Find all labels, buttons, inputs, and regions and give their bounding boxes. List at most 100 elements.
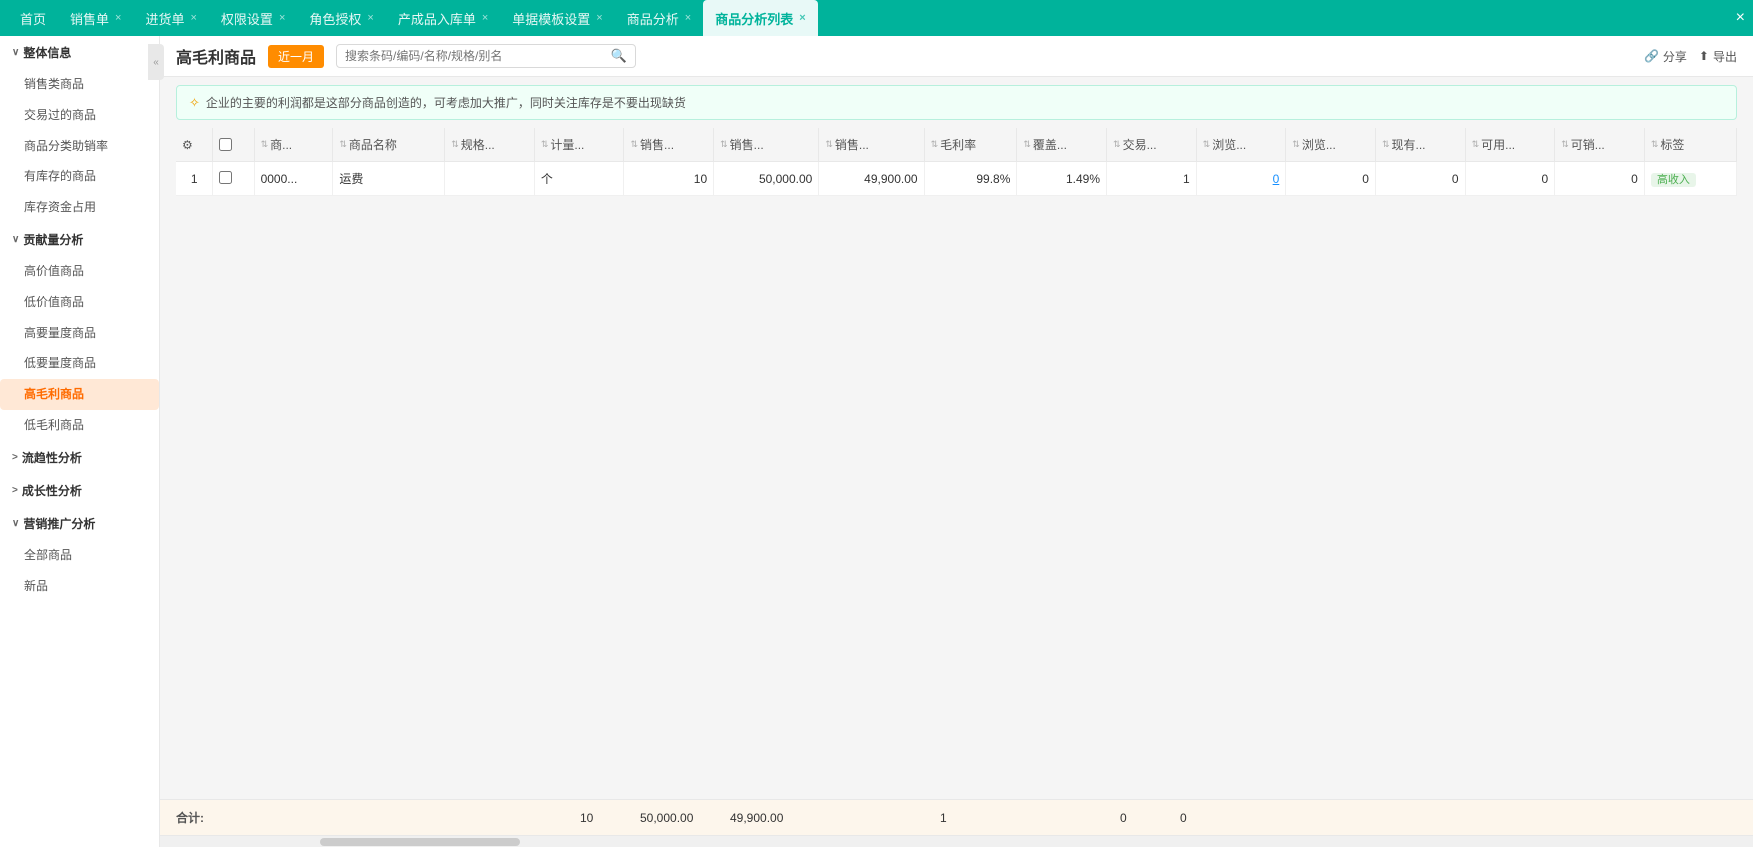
summary-current-stock: 0 (1114, 811, 1174, 825)
sort-icon-spec: ⇅ (451, 139, 459, 150)
nav-tab-purchase[interactable]: 进货单× (133, 0, 208, 36)
sidebar-item-low-margin[interactable]: 低毛利商品 (0, 410, 159, 441)
summary-spec (454, 811, 514, 825)
sidebar-group-overall[interactable]: ∨整体信息 (0, 36, 159, 69)
column-label-sales_amount: 销售... (730, 136, 764, 153)
sidebar-item-sales-goods[interactable]: 销售类商品 (0, 69, 159, 100)
column-label-name: 商品名称 (349, 136, 397, 153)
row-select-checkbox[interactable] (219, 171, 232, 184)
select-all-checkbox[interactable] (219, 138, 232, 151)
column-label-settings: ⚙ (182, 138, 193, 152)
sidebar-group-trend[interactable]: >流趋性分析 (0, 441, 159, 474)
column-header-sales_qty[interactable]: ⇅销售... (624, 128, 714, 162)
scrollbar-thumb[interactable] (320, 838, 520, 846)
sidebar-item-low-value[interactable]: 低价值商品 (0, 287, 159, 318)
window-close-button[interactable]: × (1736, 9, 1745, 27)
time-filter-button[interactable]: 近一月 (268, 45, 324, 68)
footer-summary: 合计: 10 50,000.00 49,900.00 1 0 0 (160, 799, 1753, 835)
nav-tab-analysis[interactable]: 商品分析× (615, 0, 703, 36)
sidebar-group-treasure[interactable]: ∨贡献量分析 (0, 223, 159, 256)
nav-tab-analysis-list[interactable]: 商品分析列表× (703, 0, 817, 36)
column-header-sales_amount[interactable]: ⇅销售... (714, 128, 819, 162)
nav-tab-roles[interactable]: 角色授权× (297, 0, 385, 36)
column-header-available_stock[interactable]: ⇅可用... (1465, 128, 1555, 162)
column-header-coverage[interactable]: ⇅覆盖... (1017, 128, 1107, 162)
summary-tag (1294, 811, 1354, 825)
sidebar-group-growth[interactable]: >成长性分析 (0, 474, 159, 507)
column-label-code: 商... (270, 136, 292, 153)
tab-close-sales[interactable]: × (115, 12, 121, 24)
nav-tab-sales[interactable]: 销售单× (58, 0, 133, 36)
tab-close-permissions[interactable]: × (279, 12, 285, 24)
sidebar-item-inventory-occupy[interactable]: 库存资金占用 (0, 192, 159, 223)
column-header-spec[interactable]: ⇅规格... (445, 128, 535, 162)
tab-close-purchase[interactable]: × (190, 12, 196, 24)
column-header-unit[interactable]: ⇅计量... (534, 128, 624, 162)
sidebar-item-new-goods[interactable]: 新品 (0, 571, 159, 602)
tab-close-analysis-list[interactable]: × (799, 12, 805, 24)
column-label-coverage: 覆盖... (1033, 136, 1067, 153)
sidebar-item-inventory-goods[interactable]: 有库存的商品 (0, 161, 159, 192)
summary-checkbox (250, 811, 274, 825)
row-current-stock: 0 (1375, 162, 1465, 196)
sidebar-item-low-freq[interactable]: 低要量度商品 (0, 348, 159, 379)
sidebar-item-high-value[interactable]: 高价值商品 (0, 256, 159, 287)
nav-tab-products-in[interactable]: 产成品入库单× (386, 0, 500, 36)
nav-tab-template[interactable]: 单据模板设置× (500, 0, 614, 36)
column-header-browse2[interactable]: ⇅浏览... (1286, 128, 1376, 162)
row-name: 运费 (333, 162, 445, 196)
row-unit: 个 (534, 162, 624, 196)
row-transaction: 1 (1107, 162, 1197, 196)
column-header-browse1[interactable]: ⇅浏览... (1196, 128, 1286, 162)
nav-tab-permissions[interactable]: 权限设置× (209, 0, 297, 36)
sidebar-item-all-goods[interactable]: 全部商品 (0, 540, 159, 571)
sidebar-item-goods-assist[interactable]: 商品分类助销率 (0, 131, 159, 162)
row-spec (445, 162, 535, 196)
sidebar-item-high-freq[interactable]: 高要量度商品 (0, 318, 159, 349)
row-browse1-link[interactable]: 0 (1273, 172, 1280, 186)
sort-icon-code: ⇅ (261, 139, 269, 150)
sort-icon-transaction: ⇅ (1113, 139, 1121, 150)
summary-sales-amount: 50,000.00 (634, 811, 724, 825)
column-header-current_stock[interactable]: ⇅现有... (1375, 128, 1465, 162)
row-coverage: 1.49% (1017, 162, 1107, 196)
row-sales-amount: 50,000.00 (714, 162, 819, 196)
summary-cells: 10 50,000.00 49,900.00 1 0 0 (220, 811, 1737, 825)
column-header-saleable_stock[interactable]: ⇅可销... (1555, 128, 1645, 162)
main-layout: ∨整体信息销售类商品交易过的商品商品分类助销率有库存的商品库存资金占用∨贡献量分… (0, 36, 1753, 847)
horizontal-scrollbar[interactable] (160, 835, 1753, 847)
tab-close-products-in[interactable]: × (482, 12, 488, 24)
data-table: ⚙⇅商...⇅商品名称⇅规格...⇅计量...⇅销售...⇅销售...⇅销售..… (176, 128, 1737, 196)
summary-saleable-stock (1234, 811, 1294, 825)
column-label-sales_qty: 销售... (640, 136, 674, 153)
arrow-icon-treasure: ∨ (12, 234, 19, 245)
column-header-name[interactable]: ⇅商品名称 (333, 128, 445, 162)
summary-available-stock: 0 (1174, 811, 1234, 825)
arrow-icon-overall: ∨ (12, 47, 19, 58)
export-button[interactable]: ⬆ 导出 (1699, 48, 1737, 65)
summary-name (334, 811, 454, 825)
column-header-sales_profit[interactable]: ⇅销售... (819, 128, 924, 162)
summary-coverage (874, 811, 934, 825)
tab-close-roles[interactable]: × (367, 12, 373, 24)
column-header-transaction[interactable]: ⇅交易... (1107, 128, 1197, 162)
summary-browse2 (1054, 811, 1114, 825)
row-tag-badge: 高收入 (1651, 173, 1696, 187)
sidebar-item-traded-goods[interactable]: 交易过的商品 (0, 100, 159, 131)
column-label-sales_profit: 销售... (835, 136, 869, 153)
arrow-icon-growth: > (12, 485, 18, 496)
column-label-tag: 标签 (1660, 136, 1684, 153)
sidebar-group-marketing[interactable]: ∨营销推广分析 (0, 507, 159, 540)
share-button[interactable]: 🔗 分享 (1644, 48, 1687, 65)
row-sales-profit: 49,900.00 (819, 162, 924, 196)
sidebar-collapse-button[interactable]: « (148, 44, 164, 80)
search-input[interactable] (345, 49, 611, 63)
tab-close-template[interactable]: × (596, 12, 602, 24)
nav-tab-home[interactable]: 首页 (8, 0, 58, 36)
column-header-gross_margin[interactable]: ⇅毛利率 (924, 128, 1017, 162)
column-header-tag[interactable]: ⇅标签 (1644, 128, 1736, 162)
sidebar-item-high-margin[interactable]: 高毛利商品 (0, 379, 159, 410)
column-header-code[interactable]: ⇅商... (254, 128, 333, 162)
tab-close-analysis[interactable]: × (685, 12, 691, 24)
table-row: 10000...运费个1050,000.0049,900.0099.8%1.49… (176, 162, 1737, 196)
